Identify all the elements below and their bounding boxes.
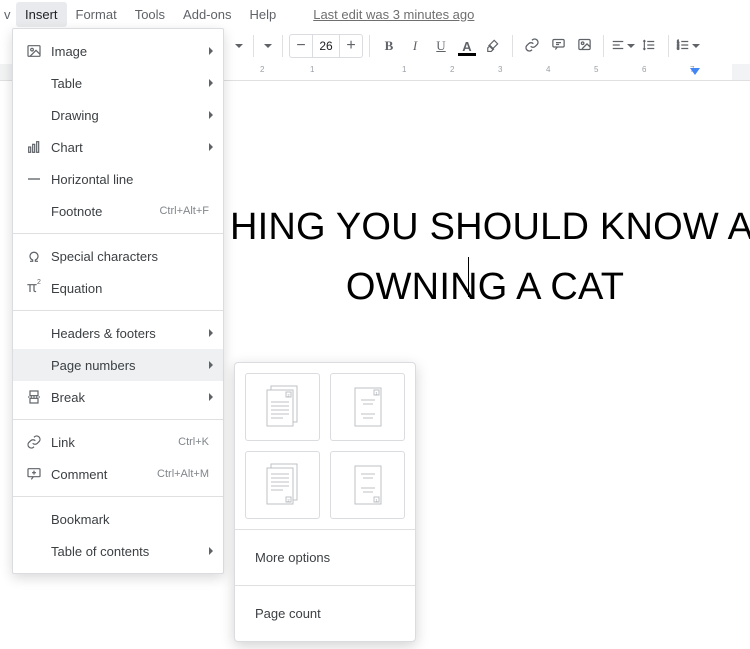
insert-menu-dropdown: Image Table Drawing Chart Horizontal lin… [12, 28, 224, 574]
menu-addons[interactable]: Add-ons [174, 2, 240, 27]
page-numbers-flyout: 2 1 [234, 362, 416, 642]
align-left-icon [611, 38, 625, 55]
last-edit-link[interactable]: Last edit was 3 minutes ago [313, 7, 474, 22]
text-color-button[interactable]: A [454, 33, 480, 59]
chart-icon [23, 139, 45, 155]
highlight-color-button[interactable] [480, 33, 506, 59]
font-size-stepper[interactable]: − 26 + [289, 34, 363, 58]
insert-link-button[interactable] [519, 33, 545, 59]
ruler-number: 2 [450, 65, 454, 74]
omega-icon [23, 248, 45, 264]
font-size-input[interactable]: 26 [312, 35, 340, 57]
paragraph-style-dropdown[interactable] [231, 44, 247, 48]
font-size-decrease-button[interactable]: − [290, 35, 312, 57]
italic-button[interactable]: I [402, 33, 428, 59]
highlighter-icon [486, 38, 500, 55]
line-spacing-icon [642, 38, 656, 55]
shortcut-label: Ctrl+K [178, 436, 209, 448]
chevron-down-icon [627, 44, 635, 48]
menu-item-headers-footers[interactable]: Headers & footers [13, 317, 223, 349]
menu-item-link[interactable]: Link Ctrl+K [13, 426, 223, 458]
menu-help[interactable]: Help [240, 2, 285, 27]
ruler-number: 2 [260, 65, 264, 74]
page-number-option-header-all[interactable]: 2 [245, 373, 320, 441]
menu-item-break[interactable]: Break [13, 381, 223, 413]
submenu-arrow-icon [209, 111, 213, 119]
font-size-increase-button[interactable]: + [340, 35, 362, 57]
menu-item-footnote[interactable]: Footnote Ctrl+Alt+F [13, 195, 223, 227]
bold-button[interactable]: B [376, 33, 402, 59]
numbered-list-button[interactable]: 123 [675, 33, 701, 59]
page-number-option-footer-skip-first[interactable]: 1 [330, 451, 405, 519]
line-spacing-button[interactable] [636, 33, 662, 59]
chevron-down-icon [235, 44, 243, 48]
menu-item-horizontal-line[interactable]: Horizontal line [13, 163, 223, 195]
svg-text:3: 3 [677, 46, 679, 50]
menu-item-drawing[interactable]: Drawing [13, 99, 223, 131]
text-color-label: A [462, 39, 471, 54]
ruler-number: 6 [642, 65, 646, 74]
document-title-text: HING YOU SHOULD KNOW ABOUT OWNING A CAT [230, 197, 740, 317]
comment-plus-icon [23, 466, 45, 482]
submenu-arrow-icon [209, 143, 213, 151]
image-icon [23, 43, 45, 59]
chevron-down-icon [692, 44, 700, 48]
menu-item-page-numbers[interactable]: Page numbers [13, 349, 223, 381]
menu-bar: v Insert Format Tools Add-ons Help Last … [0, 0, 750, 28]
underline-button[interactable]: U [428, 33, 454, 59]
font-family-dropdown[interactable] [260, 44, 276, 48]
link-icon [524, 37, 540, 56]
menu-item-special-characters[interactable]: Special characters [13, 240, 223, 272]
shortcut-label: Ctrl+Alt+M [157, 468, 209, 480]
ruler-number: 5 [594, 65, 598, 74]
numbered-list-icon: 123 [676, 38, 690, 55]
shortcut-label: Ctrl+Alt+F [159, 205, 209, 217]
text-caret [468, 257, 469, 297]
ruler-number: 1 [402, 65, 406, 74]
submenu-arrow-icon [209, 47, 213, 55]
menu-format[interactable]: Format [67, 2, 126, 27]
ruler-number: 1 [310, 65, 314, 74]
comment-icon [551, 37, 566, 55]
right-indent-marker[interactable] [690, 68, 700, 75]
page-numbers-more-options[interactable]: More options [245, 540, 405, 575]
menu-item-table[interactable]: Table [13, 67, 223, 99]
image-icon [577, 37, 592, 55]
horizontal-line-icon [23, 171, 45, 187]
menu-item-image[interactable]: Image [13, 35, 223, 67]
ruler-number: 4 [546, 65, 550, 74]
link-icon [23, 434, 45, 450]
submenu-arrow-icon [209, 361, 213, 369]
submenu-arrow-icon [209, 329, 213, 337]
insert-comment-button[interactable] [545, 33, 571, 59]
submenu-arrow-icon [209, 79, 213, 87]
menu-item-table-of-contents[interactable]: Table of contents [13, 535, 223, 567]
menu-tools[interactable]: Tools [126, 2, 174, 27]
menu-item-chart[interactable]: Chart [13, 131, 223, 163]
page-number-option-footer-all[interactable]: 2 [245, 451, 320, 519]
menu-insert[interactable]: Insert [16, 2, 67, 27]
insert-image-button[interactable] [571, 33, 597, 59]
ruler-number: 3 [498, 65, 502, 74]
pi-icon: 2 [23, 280, 45, 296]
align-button[interactable] [610, 33, 636, 59]
page-numbers-page-count[interactable]: Page count [245, 596, 405, 631]
text-color-underline-bar [458, 53, 476, 56]
menu-item-comment[interactable]: Comment Ctrl+Alt+M [13, 458, 223, 490]
menu-view[interactable]: v [0, 2, 16, 27]
submenu-arrow-icon [209, 393, 213, 401]
menu-item-bookmark[interactable]: Bookmark [13, 503, 223, 535]
page-number-option-header-skip-first[interactable]: 1 [330, 373, 405, 441]
menu-item-equation[interactable]: 2 Equation [13, 272, 223, 304]
page-break-icon [23, 389, 45, 405]
chevron-down-icon [264, 44, 272, 48]
submenu-arrow-icon [209, 547, 213, 555]
